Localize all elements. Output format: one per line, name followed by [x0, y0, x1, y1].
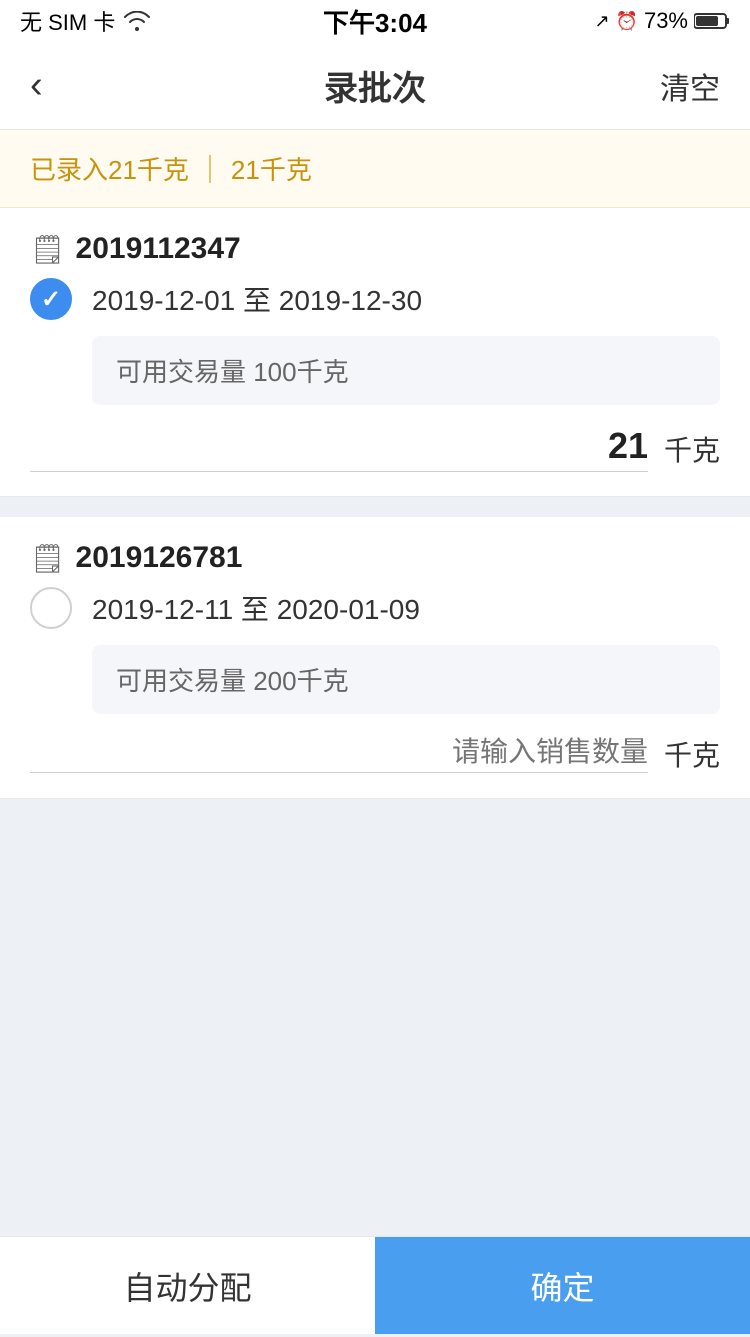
info-banner: 已录入21千克 21千克 [0, 130, 750, 208]
batch-card-2: 🗒 2019126781 2019-12-11 至 2020-01-09 可用交… [0, 517, 750, 799]
nav-bar: ‹ 录批次 清空 [0, 42, 750, 130]
batch-unit-1: 千克 [664, 429, 720, 469]
info-divider [209, 155, 211, 183]
batch-input-row-1: 21 千克 [0, 405, 750, 497]
batch-date-row-1[interactable]: ✓ 2019-12-01 至 2019-12-30 [30, 278, 720, 320]
batch-id-icon-1: 🗒 [30, 233, 66, 266]
batch-id-text-2: 2019126781 [76, 541, 243, 575]
batch-input-value-1: 21 [608, 425, 648, 467]
status-right: ↗ ⏰ 73% [594, 8, 730, 34]
radio-2[interactable] [30, 587, 72, 629]
alarm-icon: ⏰ [616, 11, 638, 32]
section-divider [0, 497, 750, 517]
batch-input-field-2[interactable] [30, 736, 648, 768]
clear-button[interactable]: 清空 [660, 64, 720, 108]
battery-icon [694, 12, 730, 30]
batch-id-row-2: 🗒 2019126781 [30, 541, 720, 575]
batch-date-row-2[interactable]: 2019-12-11 至 2020-01-09 [30, 587, 720, 629]
batch-volume-2: 可用交易量 200千克 [92, 645, 720, 714]
auto-distribute-button[interactable]: 自动分配 [0, 1237, 375, 1334]
recorded-amount-value: 21千克 [231, 150, 312, 187]
content-area: 🗒 2019112347 ✓ 2019-12-01 至 2019-12-30 可… [0, 208, 750, 1337]
batch-card-1: 🗒 2019112347 ✓ 2019-12-01 至 2019-12-30 可… [0, 208, 750, 497]
batch-id-icon-2: 🗒 [30, 542, 66, 575]
status-bar: 无 SIM 卡 下午3:04 ↗ ⏰ 73% [0, 0, 750, 42]
carrier-text: 无 SIM 卡 [20, 5, 115, 37]
batch-id-text-1: 2019112347 [76, 232, 241, 266]
batch-item-2: 🗒 2019126781 2019-12-11 至 2020-01-09 可用交… [0, 517, 750, 714]
batch-date-text-2: 2019-12-11 至 2020-01-09 [92, 588, 420, 628]
page-title: 录批次 [324, 61, 426, 110]
radio-1[interactable]: ✓ [30, 278, 72, 320]
back-button[interactable]: ‹ [30, 64, 90, 107]
status-time: 下午3:04 [323, 3, 427, 40]
batch-item-1: 🗒 2019112347 ✓ 2019-12-01 至 2019-12-30 可… [0, 208, 750, 405]
batch-id-row-1: 🗒 2019112347 [30, 232, 720, 266]
recorded-amount-label: 已录入21千克 [30, 150, 189, 187]
location-icon: ↗ [594, 11, 609, 32]
battery-text: 73% [644, 8, 688, 34]
wifi-icon [123, 11, 151, 31]
confirm-button[interactable]: 确定 [375, 1237, 750, 1334]
batch-volume-1: 可用交易量 100千克 [92, 336, 720, 405]
input-line-1: 21 [30, 425, 648, 472]
checkmark-1: ✓ [41, 285, 61, 314]
empty-area [0, 799, 750, 1239]
batch-unit-2: 千克 [664, 734, 720, 774]
batch-input-row-2: 千克 [0, 714, 750, 799]
status-left: 无 SIM 卡 [20, 5, 151, 37]
input-line-2[interactable] [30, 736, 648, 773]
batch-date-text-1: 2019-12-01 至 2019-12-30 [92, 279, 422, 319]
bottom-bar: 自动分配 确定 [0, 1236, 750, 1334]
